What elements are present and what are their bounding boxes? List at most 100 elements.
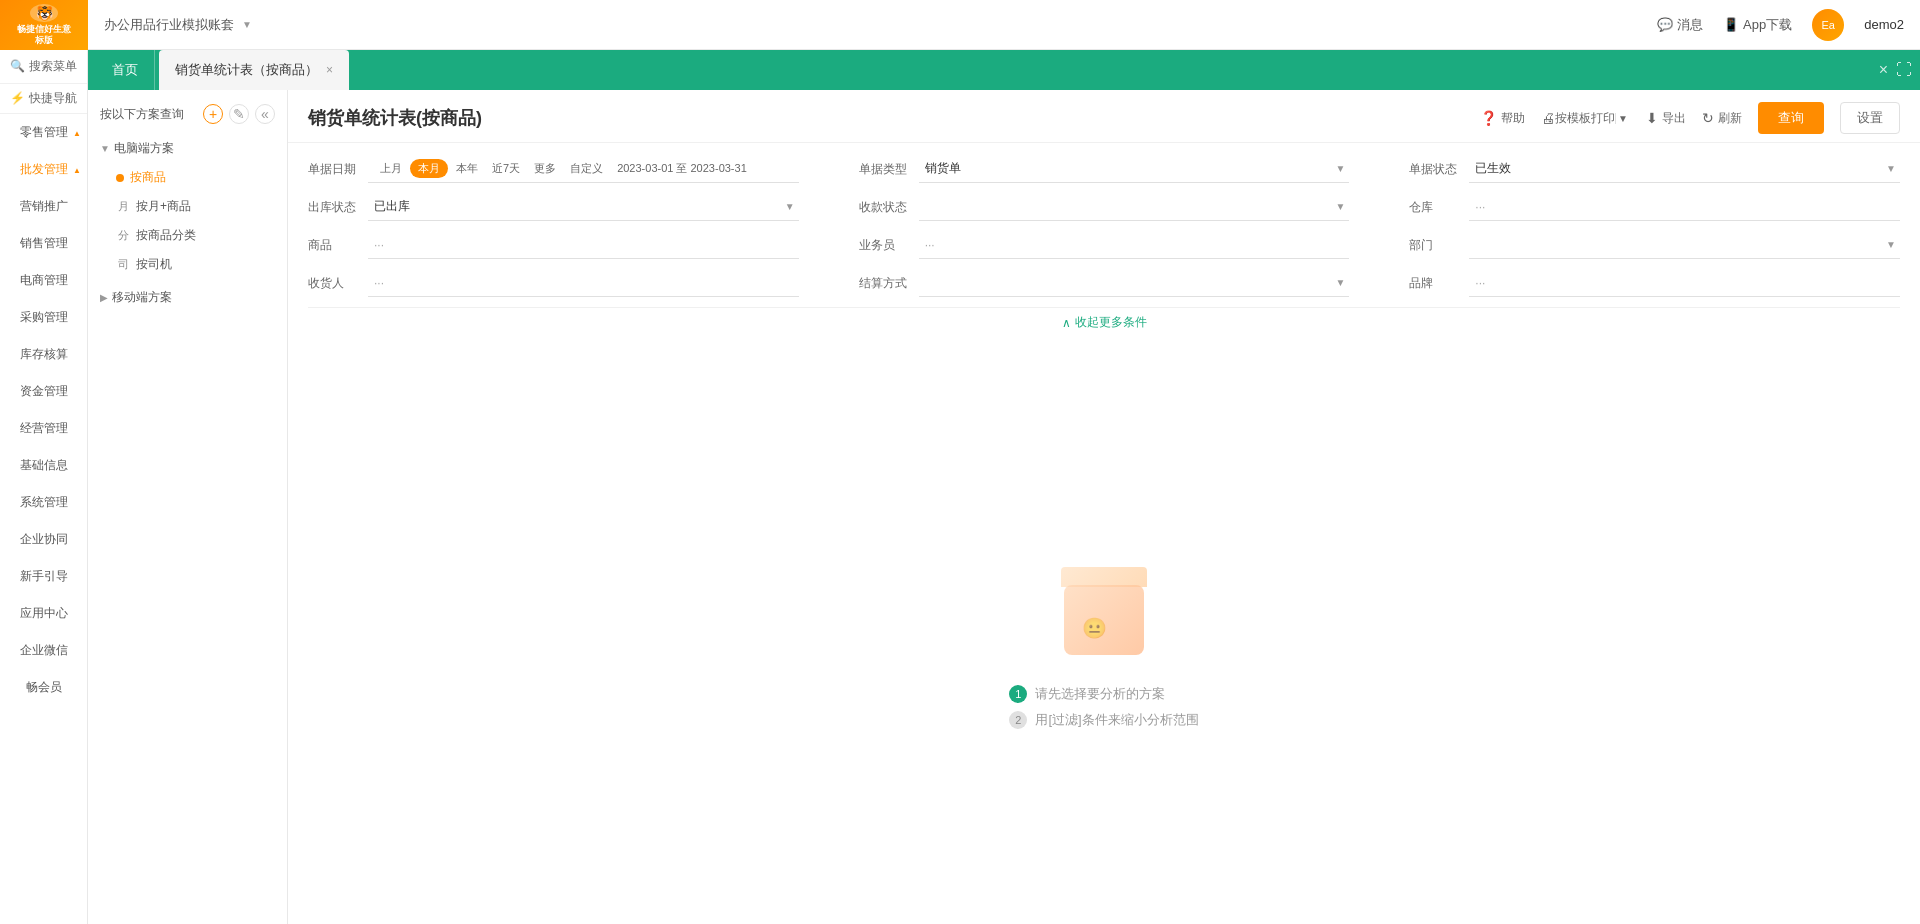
tab-fullscreen-btn[interactable]: ⛶ (1896, 61, 1912, 79)
sidebar-search[interactable]: 🔍 搜索菜单 (0, 50, 87, 84)
help-btn[interactable]: ❓ 帮助 (1480, 110, 1525, 127)
sidebar-item-operation[interactable]: 经营管理 (0, 410, 87, 447)
sidebar-nav[interactable]: ⚡ 快捷导航 (0, 84, 87, 114)
date-tab-thismonth[interactable]: 本月 (410, 159, 448, 178)
filter-staff: 业务员 ··· (859, 231, 1350, 259)
brand-control[interactable]: ··· (1469, 269, 1900, 297)
settle-control[interactable]: ▼ (919, 269, 1350, 297)
out-status-control[interactable]: 已出库 ▼ (368, 193, 799, 221)
brand-dots[interactable]: ··· (1475, 276, 1485, 290)
type-control[interactable]: 销货单 ▼ (919, 155, 1350, 183)
sidebar-item-purchase[interactable]: 采购管理 (0, 299, 87, 336)
sidebar-item-finance[interactable]: 资金管理 (0, 373, 87, 410)
dept-caret[interactable]: ▼ (1886, 239, 1896, 250)
page-title: 销货单统计表(按商品) (308, 106, 482, 130)
scheme-item-by-goods[interactable]: 按商品 (88, 163, 287, 192)
box-face: 😐 (1082, 616, 1107, 640)
sidebar-item-guide[interactable]: 新手引导 (0, 558, 87, 595)
filter-row-3: 商品 ··· 业务员 ··· 部门 (308, 231, 1900, 259)
print-dropdown-icon[interactable]: ▼ (1615, 113, 1630, 124)
settle-label: 结算方式 (859, 275, 919, 292)
date-control[interactable]: 上月 本月 本年 近7天 更多 自定义 2023-03-01 至 2023-03… (368, 155, 799, 183)
scheme-collapse-btn[interactable]: « (255, 104, 275, 124)
scheme-dot (116, 174, 124, 182)
goods-dots[interactable]: ··· (374, 238, 384, 252)
settle-caret[interactable]: ▼ (1335, 277, 1345, 288)
user-name[interactable]: demo2 (1864, 17, 1904, 32)
status-value: 已生效 (1475, 160, 1511, 177)
refresh-btn[interactable]: ↻ 刷新 (1702, 110, 1742, 127)
dept-control[interactable]: ▼ (1469, 231, 1900, 259)
empty-hint-2: 2 用[过滤]条件来缩小分析范围 (1009, 711, 1198, 729)
date-tab-7days[interactable]: 近7天 (486, 159, 526, 178)
date-tab-more[interactable]: 更多 (528, 159, 562, 178)
tab-home[interactable]: 首页 (96, 50, 155, 90)
print-btn[interactable]: 🖨 按模板打印 ▼ (1541, 110, 1630, 127)
filter-dept: 部门 ▼ (1409, 231, 1900, 259)
sidebar-item-system[interactable]: 系统管理 (0, 484, 87, 521)
sidebar-item-retail[interactable]: 零售管理 (0, 114, 87, 151)
scheme-item-by-driver[interactable]: 司 按司机 (88, 250, 287, 279)
tab-minimize-btn[interactable]: × (1879, 61, 1888, 79)
scheme-group-mobile: ▶ 移动端方案 (88, 283, 287, 312)
scheme-edit-btn[interactable]: ✎ (229, 104, 249, 124)
sidebar-item-appCenter[interactable]: 应用中心 (0, 595, 87, 632)
sidebar-item-basic[interactable]: 基础信息 (0, 447, 87, 484)
mobile-group-label: 移动端方案 (112, 289, 172, 306)
sidebar-item-inventory[interactable]: 库存核算 (0, 336, 87, 373)
app-download-btn[interactable]: 📱 App下载 (1723, 16, 1792, 34)
receiver-dots[interactable]: ··· (374, 276, 384, 290)
right-content: 销货单统计表(按商品) ❓ 帮助 🖨 按模板打印 ▼ ⬇ 导出 (288, 90, 1920, 924)
date-tab-thisyear[interactable]: 本年 (450, 159, 484, 178)
scheme-item-label: 按商品分类 (136, 227, 196, 244)
warehouse-label: 仓库 (1409, 199, 1469, 216)
out-status-caret[interactable]: ▼ (785, 201, 795, 212)
export-btn[interactable]: ⬇ 导出 (1646, 110, 1686, 127)
scheme-item-by-month-goods[interactable]: 月 按月+商品 (88, 192, 287, 221)
box-lid (1061, 567, 1147, 587)
scheme-icon-month: 月 (116, 200, 130, 214)
goods-control[interactable]: ··· (368, 231, 799, 259)
scheme-group-mobile-header[interactable]: ▶ 移动端方案 (88, 283, 287, 312)
settings-button[interactable]: 设置 (1840, 102, 1900, 134)
receiver-control[interactable]: ··· (368, 269, 799, 297)
sidebar-item-marketing[interactable]: 营销推广 (0, 188, 87, 225)
staff-control[interactable]: ··· (919, 231, 1350, 259)
type-dropdown-icon[interactable]: ▼ (1335, 163, 1345, 174)
scheme-item-label: 按月+商品 (136, 198, 191, 215)
date-tab-custom[interactable]: 自定义 (564, 159, 609, 178)
sidebar-item-enterprise[interactable]: 企业协同 (0, 521, 87, 558)
status-dropdown-icon[interactable]: ▼ (1886, 163, 1896, 174)
scheme-add-btn[interactable]: + (203, 104, 223, 124)
scheme-group-pc-header[interactable]: ▼ 电脑端方案 (88, 134, 287, 163)
sidebar-item-ecommerce[interactable]: 电商管理 (0, 262, 87, 299)
sidebar-item-wholesale[interactable]: 批发管理 (0, 151, 87, 188)
status-control[interactable]: 已生效 ▼ (1469, 155, 1900, 183)
receive-status-control[interactable]: ▼ (919, 193, 1350, 221)
collapse-more-btn[interactable]: ∧ 收起更多条件 (308, 307, 1900, 337)
avatar: Ea (1812, 9, 1844, 41)
receive-status-caret[interactable]: ▼ (1335, 201, 1345, 212)
sidebar-item-sales[interactable]: 销售管理 (0, 225, 87, 262)
staff-label: 业务员 (859, 237, 919, 254)
staff-dots[interactable]: ··· (925, 238, 935, 252)
out-status-value: 已出库 (374, 198, 410, 215)
out-status-label: 出库状态 (308, 199, 368, 216)
query-button[interactable]: 查询 (1758, 102, 1824, 134)
sidebar-item-member[interactable]: 畅会员 (0, 669, 87, 706)
app-logo: 🐯 畅捷信好生意 标版 (0, 0, 88, 50)
tab-active[interactable]: 销货单统计表（按商品） × (159, 50, 349, 90)
scheme-item-by-category[interactable]: 分 按商品分类 (88, 221, 287, 250)
sidebar-item-wechat[interactable]: 企业微信 (0, 632, 87, 669)
date-tab-lastmonth[interactable]: 上月 (374, 159, 408, 178)
scheme-icon-driver: 司 (116, 258, 130, 272)
message-btn[interactable]: 💬 消息 (1657, 16, 1703, 34)
filter-date: 单据日期 上月 本月 本年 近7天 更多 自定义 2023-03-01 至 20… (308, 155, 799, 183)
workspace-selector[interactable]: 办公用品行业模拟账套 ▼ (104, 16, 252, 34)
pc-group-label: 电脑端方案 (114, 140, 174, 157)
export-icon: ⬇ (1646, 110, 1658, 126)
warehouse-dots[interactable]: ··· (1475, 200, 1485, 214)
tab-close-btn[interactable]: × (326, 63, 333, 77)
filter-row-2: 出库状态 已出库 ▼ 收款状态 ▼ (308, 193, 1900, 221)
warehouse-control[interactable]: ··· (1469, 193, 1900, 221)
